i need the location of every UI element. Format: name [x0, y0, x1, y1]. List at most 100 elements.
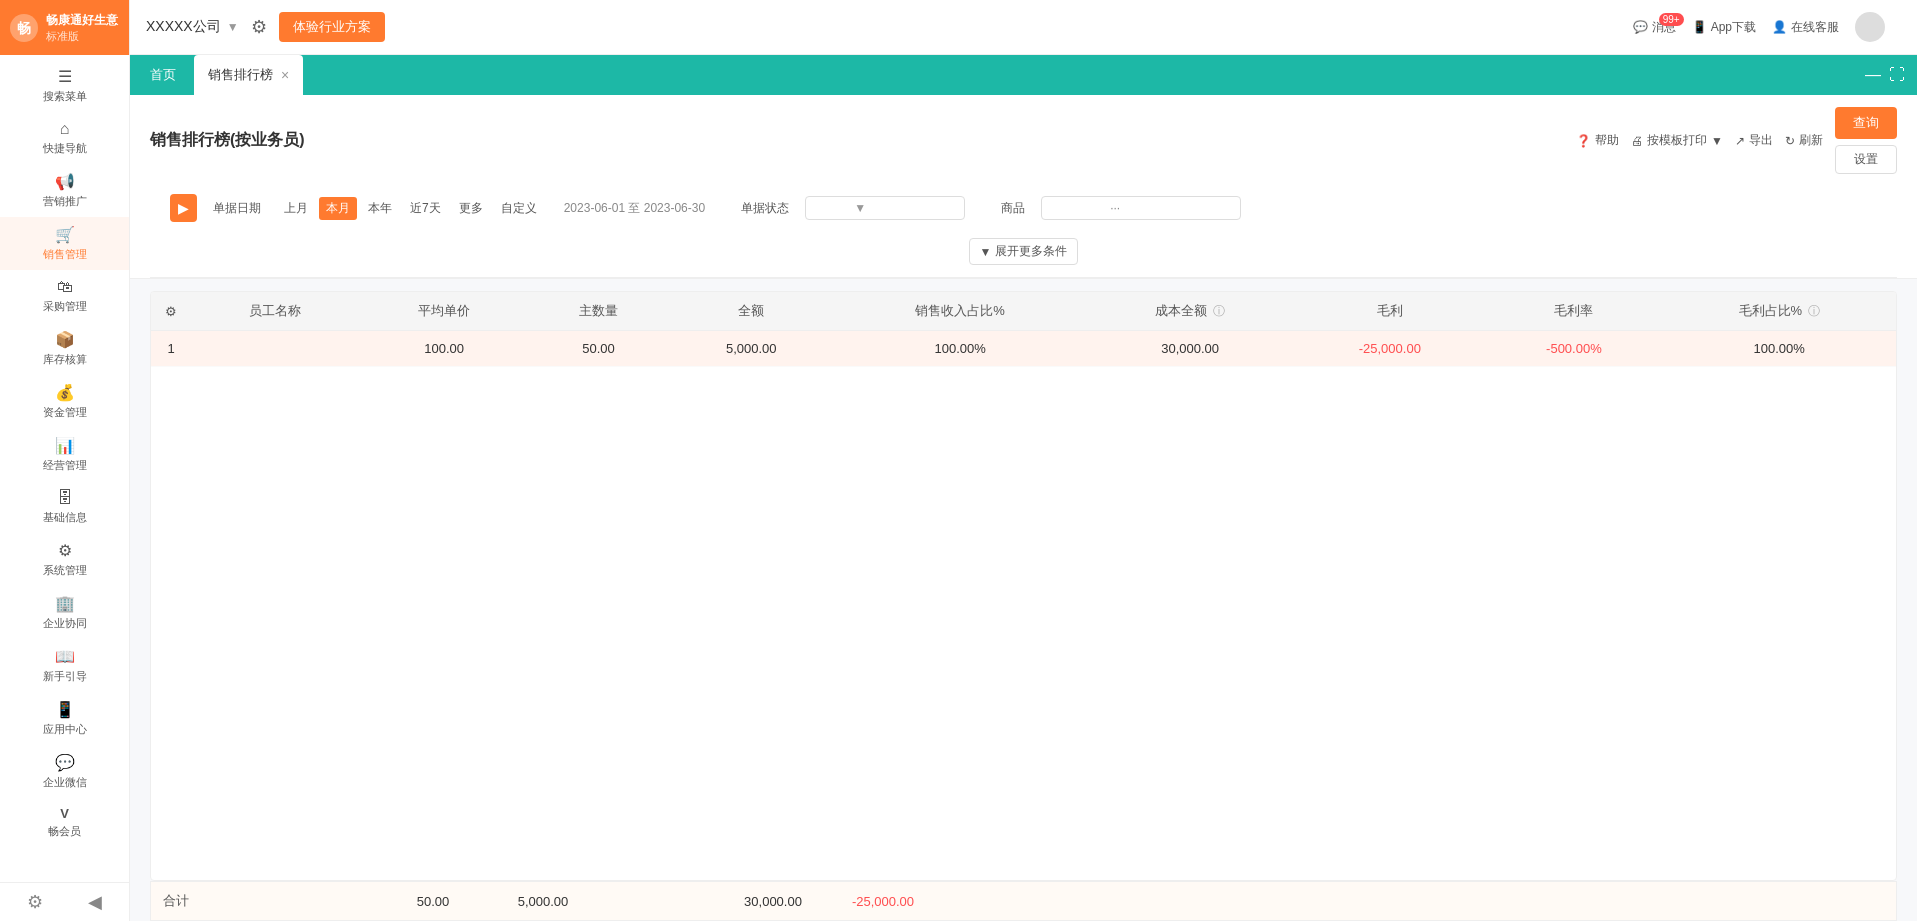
minimize-icon[interactable]: —	[1865, 66, 1881, 84]
export-button[interactable]: ↗ 导出	[1735, 132, 1773, 149]
goods-label: 商品	[1001, 200, 1025, 217]
filter-expand-arrow[interactable]: ▶	[170, 194, 197, 222]
row-amount: 5,000.00	[668, 331, 834, 367]
doc-status-arrow-icon: ▼	[854, 201, 866, 215]
sidebar-item-search-order[interactable]: ☰ 搜索菜单	[0, 59, 129, 112]
query-settings-area: 查询 设置	[1835, 107, 1897, 174]
topbar-settings-icon[interactable]: ⚙	[251, 16, 267, 38]
page-header: 销售排行榜(按业务员) ❓ 帮助 🖨 按模板打印 ▼ ↗ 导出	[130, 95, 1917, 279]
expand-conditions-button[interactable]: ▼ 展开更多条件	[969, 238, 1079, 265]
sidebar-item-quick-nav[interactable]: ⌂ 快捷导航	[0, 112, 129, 164]
col-gross-rate: 毛利率	[1485, 292, 1662, 331]
online-support-button[interactable]: 👤 在线客服	[1772, 19, 1839, 36]
quick-nav-icon: ⌂	[60, 120, 70, 138]
support-label: 在线客服	[1791, 19, 1839, 36]
filter-bar: ▶ 单据日期 上月 本月 本年 近7天 更多 自定义 2023-06-01 至 …	[150, 182, 1897, 278]
sidebar-item-system[interactable]: ⚙ 系统管理	[0, 533, 129, 586]
app-center-icon: 📱	[55, 700, 75, 719]
sidebar-settings-icon[interactable]: ⚙	[27, 891, 43, 913]
table-header-row: ⚙ 员工名称 平均单价 主数量 全额	[151, 292, 1896, 331]
sidebar-item-enterprise[interactable]: 🏢 企业协同	[0, 586, 129, 639]
sidebar-item-basic-info[interactable]: 🗄 基础信息	[0, 481, 129, 533]
table-container: ⚙ 员工名称 平均单价 主数量 全额	[150, 291, 1897, 881]
cost-help-icon[interactable]: ⓘ	[1213, 304, 1225, 318]
avatar[interactable]	[1855, 12, 1885, 42]
col-cost: 成本全额 ⓘ	[1086, 292, 1294, 331]
search-order-icon: ☰	[58, 67, 72, 86]
sidebar-item-operations[interactable]: 📊 经营管理	[0, 428, 129, 481]
expand-icon: ▼	[980, 245, 992, 259]
sidebar-item-member[interactable]: V 畅会员	[0, 798, 129, 847]
period-btn-7days[interactable]: 近7天	[403, 197, 448, 220]
sidebar-item-marketing[interactable]: 📢 营销推广	[0, 164, 129, 217]
expand-label: 展开更多条件	[995, 243, 1067, 260]
sidebar-item-guide[interactable]: 📖 新手引导	[0, 639, 129, 692]
maximize-icon[interactable]: ⛶	[1889, 66, 1905, 84]
col-settings[interactable]: ⚙	[151, 292, 191, 331]
sidebar-item-inventory[interactable]: 📦 库存核算	[0, 322, 129, 375]
col-main-qty: 主数量	[529, 292, 669, 331]
period-btn-last[interactable]: 上月	[277, 197, 315, 220]
company-arrow-icon: ▼	[227, 20, 239, 34]
expand-row: ▼ 展开更多条件	[170, 230, 1877, 265]
svg-text:畅: 畅	[17, 20, 31, 36]
sidebar-nav: ☰ 搜索菜单 ⌂ 快捷导航 📢 营销推广 🛒 销售管理 🛍 采购管理 📦 库存核…	[0, 55, 129, 882]
sidebar-item-sales[interactable]: 🛒 销售管理	[0, 217, 129, 270]
sales-ranking-table: ⚙ 员工名称 平均单价 主数量 全额	[151, 292, 1896, 367]
row-employee	[191, 331, 360, 367]
message-badge: 99+	[1659, 13, 1684, 26]
period-btn-more[interactable]: 更多	[452, 197, 490, 220]
row-gross-rate: -500.00%	[1485, 331, 1662, 367]
inventory-icon: 📦	[55, 330, 75, 349]
system-icon: ⚙	[58, 541, 72, 560]
row-rank: 1	[151, 331, 191, 367]
doc-status-select[interactable]: ▼	[805, 196, 965, 220]
refresh-button[interactable]: ↻ 刷新	[1785, 132, 1823, 149]
tab-close-icon[interactable]: ×	[281, 67, 289, 83]
trial-button[interactable]: 体验行业方案	[279, 12, 385, 42]
purchase-icon: 🛍	[57, 278, 73, 296]
sidebar-item-finance[interactable]: 💰 资金管理	[0, 375, 129, 428]
tab-home[interactable]: 首页	[134, 55, 192, 95]
row-sales-pct: 100.00%	[834, 331, 1086, 367]
page-content: 销售排行榜(按业务员) ❓ 帮助 🖨 按模板打印 ▼ ↗ 导出	[130, 95, 1917, 921]
goods-more-icon: ···	[1110, 201, 1120, 215]
settings-button[interactable]: 设置	[1835, 145, 1897, 174]
goods-input[interactable]: ···	[1041, 196, 1241, 220]
col-amount: 全额	[668, 292, 834, 331]
company-selector[interactable]: XXXXX公司 ▼	[146, 18, 239, 36]
guide-icon: 📖	[55, 647, 75, 666]
message-button[interactable]: 💬 消息 99+	[1633, 19, 1676, 36]
col-employee: 员工名称	[191, 292, 360, 331]
print-arrow-icon: ▼	[1711, 134, 1723, 148]
tab-sales-ranking[interactable]: 销售排行榜 ×	[194, 55, 303, 95]
finance-icon: 💰	[55, 383, 75, 402]
row-gross-pct: 100.00%	[1662, 331, 1896, 367]
row-cost: 30,000.00	[1086, 331, 1294, 367]
template-print-button[interactable]: 🖨 按模板打印 ▼	[1631, 132, 1723, 149]
operations-icon: 📊	[55, 436, 75, 455]
footer-amount: 5,000.00	[493, 894, 593, 909]
page-title: 销售排行榜(按业务员)	[150, 130, 305, 151]
row-gross: -25,000.00	[1294, 331, 1485, 367]
sidebar-collapse-icon[interactable]: ◀	[88, 891, 102, 913]
help-icon: ❓	[1576, 134, 1591, 148]
sidebar-logo-text: 畅康通好生意 标准版	[46, 12, 118, 44]
app-download-icon: 📱	[1692, 20, 1707, 34]
query-button[interactable]: 查询	[1835, 107, 1897, 139]
window-buttons: — ⛶	[1853, 66, 1917, 84]
sidebar-item-app-center[interactable]: 📱 应用中心	[0, 692, 129, 745]
page-header-row: 销售排行榜(按业务员) ❓ 帮助 🖨 按模板打印 ▼ ↗ 导出	[150, 107, 1897, 174]
period-btn-custom[interactable]: 自定义	[494, 197, 544, 220]
period-btn-year[interactable]: 本年	[361, 197, 399, 220]
sidebar-item-wechat[interactable]: 💬 企业微信	[0, 745, 129, 798]
period-btn-current[interactable]: 本月	[319, 197, 357, 220]
help-button[interactable]: ❓ 帮助	[1576, 132, 1619, 149]
wechat-icon: 💬	[55, 753, 75, 772]
col-avg-price: 平均单价	[360, 292, 529, 331]
gross-pct-help-icon[interactable]: ⓘ	[1808, 304, 1820, 318]
app-download-button[interactable]: 📱 App下载	[1692, 19, 1756, 36]
sidebar-item-purchase[interactable]: 🛍 采购管理	[0, 270, 129, 322]
topbar-right: 💬 消息 99+ 📱 App下载 👤 在线客服	[1633, 12, 1901, 42]
row-avg-price: 100.00	[360, 331, 529, 367]
